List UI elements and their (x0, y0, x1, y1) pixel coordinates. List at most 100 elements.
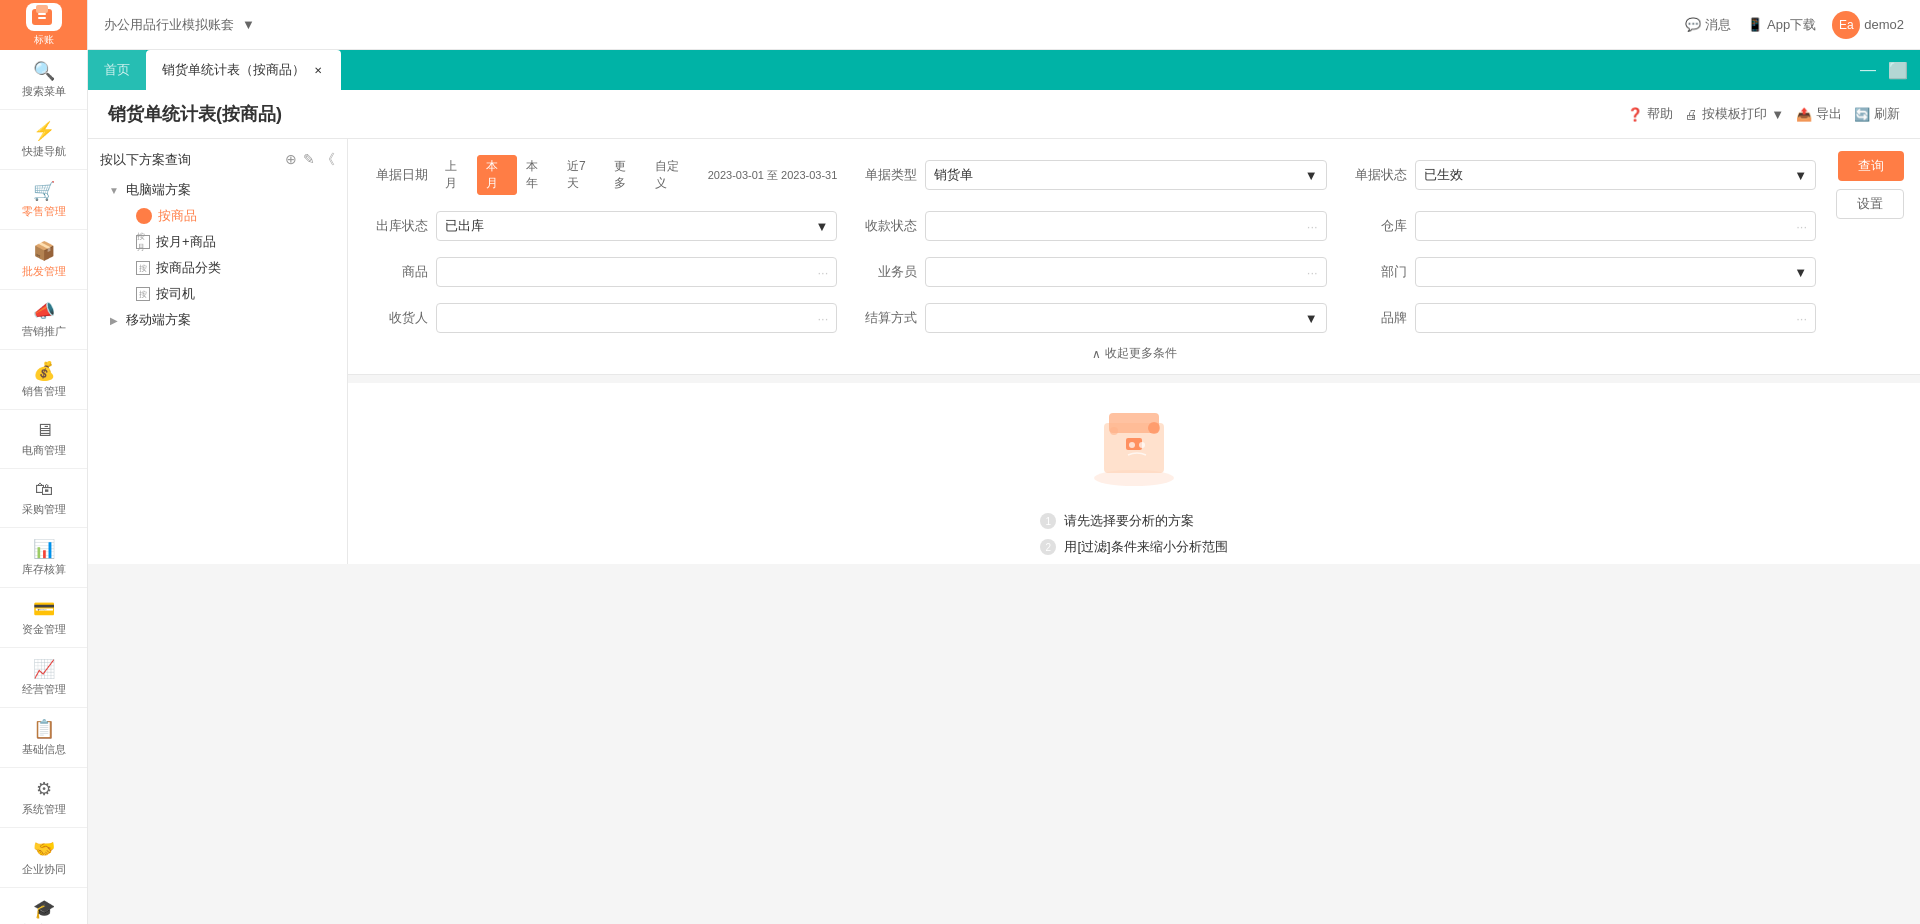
dept-select[interactable]: ▼ (1415, 257, 1816, 287)
receiver-dots: ··· (817, 311, 828, 326)
scheme-by-goods[interactable]: 按商品 (88, 203, 347, 229)
tip-text-1: 请先选择要分析的方案 (1064, 512, 1194, 530)
sidebar-item-4[interactable]: 📣营销推广 (0, 290, 87, 350)
sidebar-item-14[interactable]: 🎓新手引导 (0, 888, 87, 924)
tab-sales-stat[interactable]: 销货单统计表（按商品） ✕ (146, 50, 341, 90)
sidebar-item-0[interactable]: 🔍搜索菜单 (0, 50, 87, 110)
tab-home[interactable]: 首页 (88, 50, 146, 90)
left-panel: 按以下方案查询 ⊕ ✎ 《 ▼ 电脑端方案 (88, 139, 348, 564)
tree-group-mobile[interactable]: ▶ 移动端方案 (88, 307, 347, 333)
help-icon: ❓ (1627, 107, 1643, 122)
sidebar-label-1: 快捷导航 (22, 144, 66, 159)
sidebar-icon-3: 📦 (33, 240, 55, 262)
add-scheme-btn[interactable]: ⊕ (285, 151, 297, 169)
sidebar-label-12: 系统管理 (22, 802, 66, 817)
warehouse-dots: ··· (1796, 219, 1807, 234)
collapse-panel-btn[interactable]: 《 (321, 151, 335, 169)
sidebar-item-6[interactable]: 🖥电商管理 (0, 410, 87, 469)
export-btn[interactable]: 📤 导出 (1796, 105, 1842, 123)
date-tabs: 上月本月本年近7天更多自定义 (436, 155, 698, 195)
goods-dots: ··· (817, 265, 828, 280)
date-range-text: 2023-03-01 至 2023-03-31 (708, 168, 838, 183)
scheme-by-month-goods[interactable]: 按月 按月+商品 (88, 229, 347, 255)
print-btn[interactable]: 🖨 按模板打印 ▼ (1685, 105, 1784, 123)
user-area[interactable]: Ea demo2 (1832, 11, 1904, 39)
sidebar-item-7[interactable]: 🛍采购管理 (0, 469, 87, 528)
date-tab-近7天[interactable]: 近7天 (558, 155, 605, 195)
avatar: Ea (1832, 11, 1860, 39)
sidebar-label-7: 采购管理 (22, 502, 66, 517)
scheme-by-goods-label: 按商品 (158, 207, 197, 225)
app-download-icon: 📱 (1747, 17, 1763, 32)
setting-button[interactable]: 设置 (1836, 189, 1904, 219)
date-tab-自定义[interactable]: 自定义 (646, 155, 698, 195)
expand-icon-mobile: ▶ (108, 314, 120, 326)
sidebar-item-9[interactable]: 💳 资金管理 (0, 588, 87, 648)
brand-input[interactable]: ··· (1415, 303, 1816, 333)
date-tab-上月[interactable]: 上月 (436, 155, 477, 195)
minimize-icon[interactable]: — (1856, 57, 1880, 83)
settlement-select[interactable]: ▼ (925, 303, 1326, 333)
receiver-input[interactable]: ··· (436, 303, 837, 333)
sidebar-icon-9: 💳 (33, 598, 55, 620)
sidebar-item-11[interactable]: 📋基础信息 (0, 708, 87, 768)
sidebar: 标账 🔍搜索菜单⚡快捷导航🛒零售管理📦批发管理📣营销推广💰销售管理🖥电商管理🛍采… (0, 0, 88, 924)
maximize-icon[interactable]: ⬜ (1884, 57, 1912, 84)
sidebar-icon-11: 📋 (33, 718, 55, 740)
sidebar-item-10[interactable]: 📈经营管理 (0, 648, 87, 708)
payment-status-input[interactable]: ··· (925, 211, 1326, 241)
goods-input[interactable]: ··· (436, 257, 837, 287)
date-tab-更多[interactable]: 更多 (605, 155, 646, 195)
doc-status-value: 已生效 (1424, 166, 1463, 184)
sidebar-icon-8: 📊 (33, 538, 55, 560)
export-label: 导出 (1816, 105, 1842, 123)
refresh-btn[interactable]: 🔄 刷新 (1854, 105, 1900, 123)
doc-status-label: 单据状态 (1351, 166, 1415, 184)
receiver-label: 收货人 (372, 309, 436, 327)
tab-close-btn[interactable]: ✕ (311, 63, 325, 77)
scheme-by-month-goods-icon: 按月 (136, 235, 150, 249)
sidebar-item-1[interactable]: ⚡快捷导航 (0, 110, 87, 170)
filter-brand: 品牌 ··· (1343, 299, 1824, 337)
help-btn[interactable]: ❓ 帮助 (1627, 105, 1673, 123)
salesman-input[interactable]: ··· (925, 257, 1326, 287)
doc-type-select[interactable]: 销货单 ▼ (925, 160, 1326, 190)
date-tab-本月[interactable]: 本月 (477, 155, 518, 195)
sidebar-item-8[interactable]: 📊 库存核算 (0, 528, 87, 588)
export-icon: 📤 (1796, 107, 1812, 122)
logo-text: 标账 (34, 33, 54, 47)
sidebar-item-5[interactable]: 💰销售管理 (0, 350, 87, 410)
sidebar-item-3[interactable]: 📦批发管理 (0, 230, 87, 290)
empty-tip-1: 1 请先选择要分析的方案 (1040, 512, 1227, 530)
breadcrumb-sep: ▼ (242, 17, 255, 32)
warehouse-input[interactable]: ··· (1415, 211, 1816, 241)
sidebar-icon-2: 🛒 (33, 180, 55, 202)
scheme-by-category-label: 按商品分类 (156, 259, 221, 277)
sidebar-label-9: 资金管理 (22, 622, 66, 637)
scheme-by-category-icon: 按 (136, 261, 150, 275)
message-btn[interactable]: 💬 消息 (1685, 16, 1731, 34)
scheme-by-category[interactable]: 按 按商品分类 (88, 255, 347, 281)
tree-group-desktop[interactable]: ▼ 电脑端方案 (88, 177, 347, 203)
sidebar-item-12[interactable]: ⚙ 系统管理 (0, 768, 87, 828)
date-tab-本年[interactable]: 本年 (517, 155, 558, 195)
query-button[interactable]: 查询 (1838, 151, 1904, 181)
date-control: 上月本月本年近7天更多自定义 2023-03-01 至 2023-03-31 (436, 155, 837, 195)
filter-goods: 商品 ··· (364, 253, 845, 291)
query-btn-group: 查询 设置 (1824, 151, 1904, 219)
sidebar-label-8: 库存核算 (22, 562, 66, 577)
sidebar-item-2[interactable]: 🛒零售管理 (0, 170, 87, 230)
brand-dots: ··· (1796, 311, 1807, 326)
svg-rect-3 (38, 17, 46, 19)
collapse-more-btn[interactable]: ∧ 收起更多条件 (364, 345, 1904, 362)
stock-status-select[interactable]: 已出库 ▼ (436, 211, 837, 241)
scheme-by-driver[interactable]: 按 按司机 (88, 281, 347, 307)
brand-label: 品牌 (1351, 309, 1415, 327)
filter-stock-status: 出库状态 已出库 ▼ (364, 207, 845, 245)
sidebar-icon-12: ⚙ (36, 778, 52, 800)
app-download-btn[interactable]: 📱 App下载 (1747, 16, 1816, 34)
sidebar-item-13[interactable]: 🤝企业协同 (0, 828, 87, 888)
doc-status-select[interactable]: 已生效 ▼ (1415, 160, 1816, 190)
edit-scheme-btn[interactable]: ✎ (303, 151, 315, 169)
collapse-label: 收起更多条件 (1105, 345, 1177, 362)
